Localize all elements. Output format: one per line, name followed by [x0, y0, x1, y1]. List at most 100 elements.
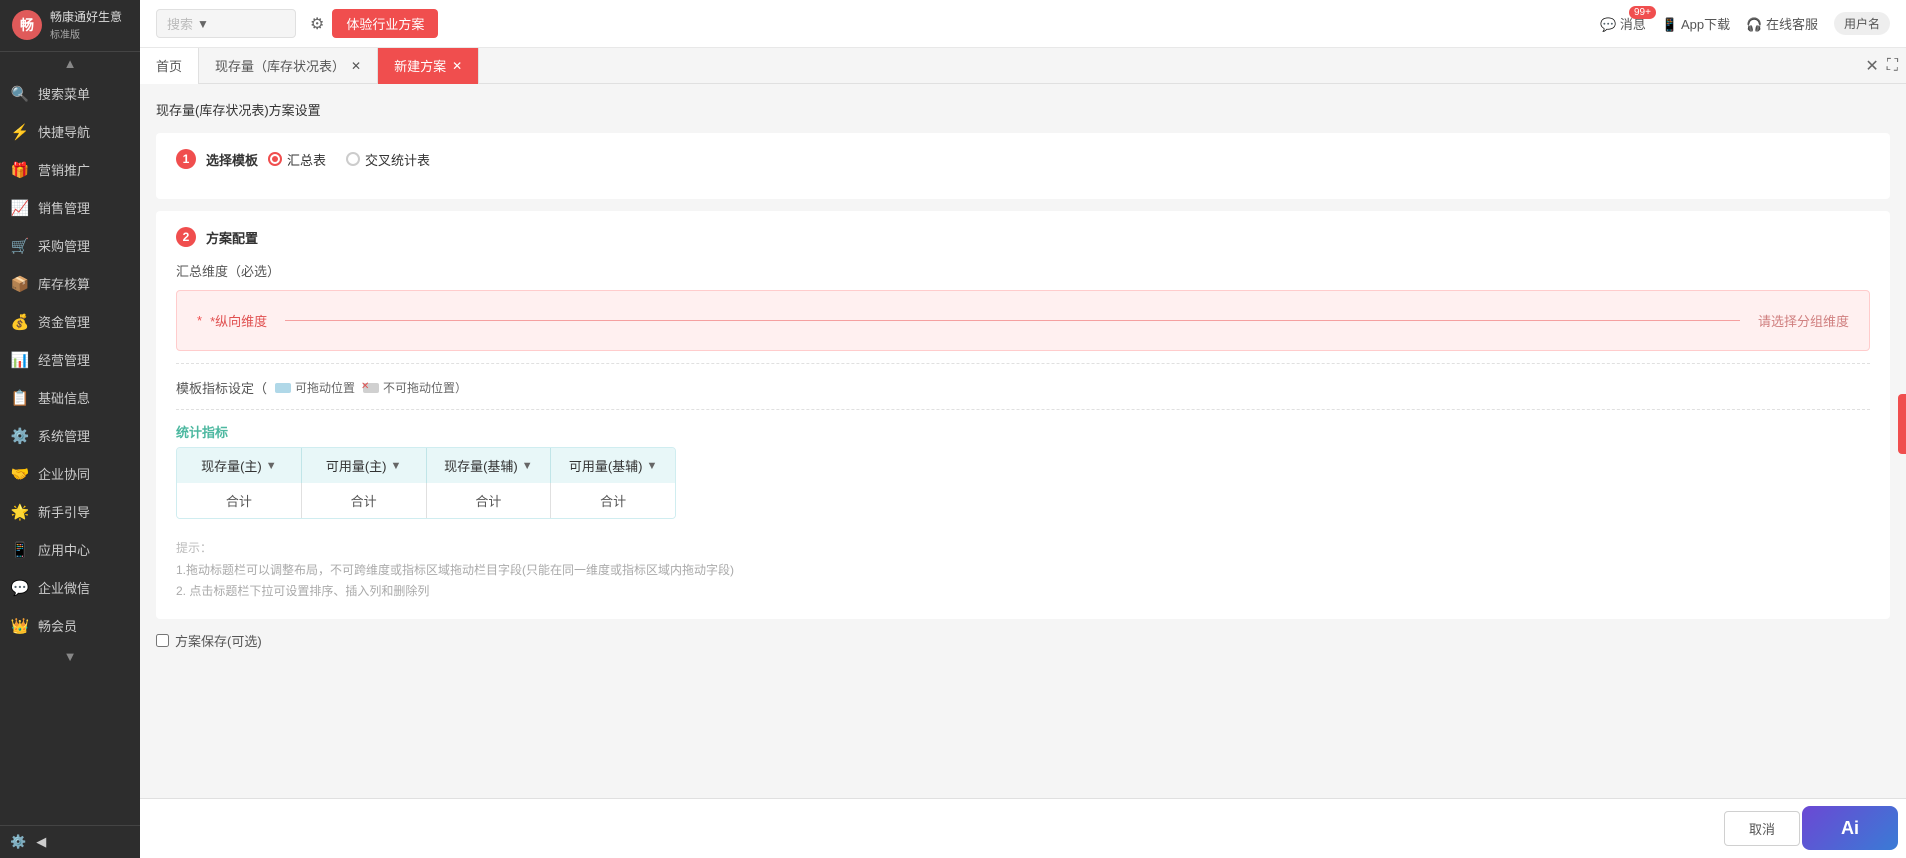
- sidebar-item-apps[interactable]: 📱 应用中心: [0, 531, 140, 569]
- basic-info-icon: 📋: [10, 388, 30, 408]
- sidebar-item-quicknav[interactable]: ⚡ 快捷导航: [0, 113, 140, 151]
- cancel-button[interactable]: 取消: [1724, 811, 1800, 846]
- sidebar-item-inventory[interactable]: 📦 库存核算: [0, 265, 140, 303]
- right-edge-bar[interactable]: [1898, 394, 1906, 454]
- industry-btn[interactable]: 体验行业方案: [332, 9, 438, 38]
- operations-icon: 📊: [10, 350, 30, 370]
- no-drag-indicator: 不可拖动位置）: [363, 379, 467, 396]
- save-option-label: 方案保存(可选): [175, 631, 262, 650]
- section-config: 2 方案配置 汇总维度（必选） * *纵向维度 请选择分组维度 模板指标设定（: [156, 211, 1890, 619]
- tab-home[interactable]: 首页: [140, 48, 199, 84]
- save-checkbox[interactable]: [156, 634, 169, 647]
- tab-new-plan-close[interactable]: ✕: [452, 59, 462, 73]
- sidebar-item-label: 畅会员: [38, 616, 77, 635]
- collab-icon: 🤝: [10, 464, 30, 484]
- settings-icon[interactable]: ⚙️: [10, 834, 26, 850]
- sidebar-item-label: 销售管理: [38, 198, 90, 217]
- col-header-3[interactable]: 可用量(基辅) ▼: [551, 448, 675, 483]
- col-chevron-3: ▼: [647, 460, 658, 472]
- tab-inventory[interactable]: 现存量（库存状况表） ✕: [199, 48, 378, 84]
- user-info[interactable]: 用户名: [1834, 12, 1890, 35]
- dim-required-area[interactable]: * *纵向维度 请选择分组维度: [176, 290, 1870, 351]
- col-cell-0: 合计: [177, 483, 302, 518]
- section2-title: 方案配置: [206, 228, 258, 247]
- sidebar-item-label: 企业微信: [38, 578, 90, 597]
- ai-floating-button[interactable]: Ai: [1802, 806, 1898, 850]
- tab-inventory-label: 现存量（库存状况表）: [215, 56, 345, 75]
- tab-close-all-icon[interactable]: ✕: [1865, 56, 1878, 76]
- content-area: 现存量(库存状况表)方案设置 1 选择模板 汇总表 交叉统计表: [140, 84, 1906, 798]
- col-header-1[interactable]: 可用量(主) ▼: [302, 448, 427, 483]
- online-service-btn[interactable]: 🎧 在线客服: [1746, 14, 1818, 33]
- apps-icon: 📱: [10, 540, 30, 560]
- topbar-gear-icon[interactable]: ⚙: [310, 14, 324, 34]
- sidebar-item-search[interactable]: 🔍 搜索菜单: [0, 75, 140, 113]
- col-header-2[interactable]: 现存量(基辅) ▼: [427, 448, 552, 483]
- sidebar-item-system[interactable]: ⚙️ 系统管理: [0, 417, 140, 455]
- tab-new-plan[interactable]: 新建方案 ✕: [378, 48, 479, 84]
- inventory-icon: 📦: [10, 274, 30, 294]
- sidebar-item-label: 营销推广: [38, 160, 90, 179]
- col-cell-1: 合计: [302, 483, 427, 518]
- sidebar-item-operations[interactable]: 📊 经营管理: [0, 341, 140, 379]
- topbar-right: 💬 消息 99+ 📱 App下载 🎧 在线客服 用户名: [1600, 12, 1890, 35]
- message-label: 消息: [1620, 17, 1646, 32]
- sidebar-item-label: 库存核算: [38, 274, 90, 293]
- app-download-btn[interactable]: 📱 App下载: [1662, 14, 1730, 33]
- dim-label: 汇总维度（必选）: [176, 261, 1870, 280]
- save-option: 方案保存(可选): [156, 631, 1890, 650]
- radio-summary[interactable]: 汇总表: [268, 150, 326, 169]
- dim-line: [285, 320, 1740, 321]
- sidebar-item-basic-info[interactable]: 📋 基础信息: [0, 379, 140, 417]
- sidebar-item-wechat[interactable]: 💬 企业微信: [0, 569, 140, 607]
- sidebar-item-label: 基础信息: [38, 388, 90, 407]
- toggle-icon[interactable]: ◀: [36, 834, 46, 850]
- col-chevron-1: ▼: [391, 460, 402, 472]
- stats-table-body: 合计 合计 合计 合计: [177, 483, 675, 518]
- tab-expand-icon[interactable]: ⛶: [1887, 57, 1898, 75]
- divider2: [176, 409, 1870, 410]
- section1-num: 1: [176, 149, 196, 169]
- sidebar-scroll-up[interactable]: ▲: [0, 52, 140, 75]
- sidebar: 畅 畅康通好生意 标准版 ▲ 🔍 搜索菜单 ⚡ 快捷导航 🎁 营销推广 📈 销售…: [0, 0, 140, 858]
- sidebar-item-purchase[interactable]: 🛒 采购管理: [0, 227, 140, 265]
- sidebar-item-newuser[interactable]: 🌟 新手引导: [0, 493, 140, 531]
- col-header-0[interactable]: 现存量(主) ▼: [177, 448, 302, 483]
- sidebar-search-label: 搜索菜单: [38, 84, 90, 103]
- sidebar-item-sales[interactable]: 📈 销售管理: [0, 189, 140, 227]
- sidebar-item-label: 经营管理: [38, 350, 90, 369]
- dim-required-label: *纵向维度: [210, 311, 267, 330]
- footer-bar: 取消 查询: [140, 798, 1906, 858]
- message-badge: 99+: [1629, 6, 1656, 19]
- message-btn[interactable]: 💬 消息 99+: [1600, 14, 1646, 33]
- radio-cross-circle: [346, 152, 360, 166]
- topbar: 搜索 ▼ ⚙ 体验行业方案 💬 消息 99+ 📱 App下载 🎧 在线客服 用户…: [140, 0, 1906, 48]
- sidebar-item-collab[interactable]: 🤝 企业协同: [0, 455, 140, 493]
- sidebar-item-marketing[interactable]: 🎁 营销推广: [0, 151, 140, 189]
- sidebar-scroll-down[interactable]: ▼: [0, 645, 140, 668]
- radio-cross[interactable]: 交叉统计表: [346, 150, 430, 169]
- sidebar-item-label: 资金管理: [38, 312, 90, 331]
- sidebar-bottom: ⚙️ ◀: [0, 825, 140, 858]
- sidebar-item-member[interactable]: 👑 畅会员: [0, 607, 140, 645]
- col-header-0-label: 现存量(主): [201, 456, 262, 475]
- no-drag-indicator-box: [363, 383, 379, 393]
- col-header-3-label: 可用量(基辅): [569, 456, 643, 475]
- sidebar-item-label: 企业协同: [38, 464, 90, 483]
- radio-summary-circle: [268, 152, 282, 166]
- topbar-left: 搜索 ▼ ⚙ 体验行业方案: [156, 9, 1590, 38]
- tips-section: 提示： 1.拖动标题栏可以调整布局，不可跨维度或指标区域拖动栏目字段(只能在同一…: [176, 538, 1870, 603]
- sidebar-item-finance[interactable]: 💰 资金管理: [0, 303, 140, 341]
- stats-table: 现存量(主) ▼ 可用量(主) ▼ 现存量(基辅) ▼: [176, 447, 676, 519]
- wechat-icon: 💬: [10, 578, 30, 598]
- radio-summary-label: 汇总表: [287, 150, 326, 169]
- dim-placeholder: 请选择分组维度: [1758, 311, 1849, 330]
- user-name: 用户名: [1844, 17, 1880, 31]
- logo-icon: 畅: [12, 10, 42, 40]
- tab-inventory-close[interactable]: ✕: [351, 59, 361, 73]
- purchase-icon: 🛒: [10, 236, 30, 256]
- page-title: 现存量(库存状况表)方案设置: [156, 100, 1890, 119]
- col-header-1-label: 可用量(主): [326, 456, 387, 475]
- topbar-search[interactable]: 搜索 ▼: [156, 9, 296, 38]
- section2-num: 2: [176, 227, 196, 247]
